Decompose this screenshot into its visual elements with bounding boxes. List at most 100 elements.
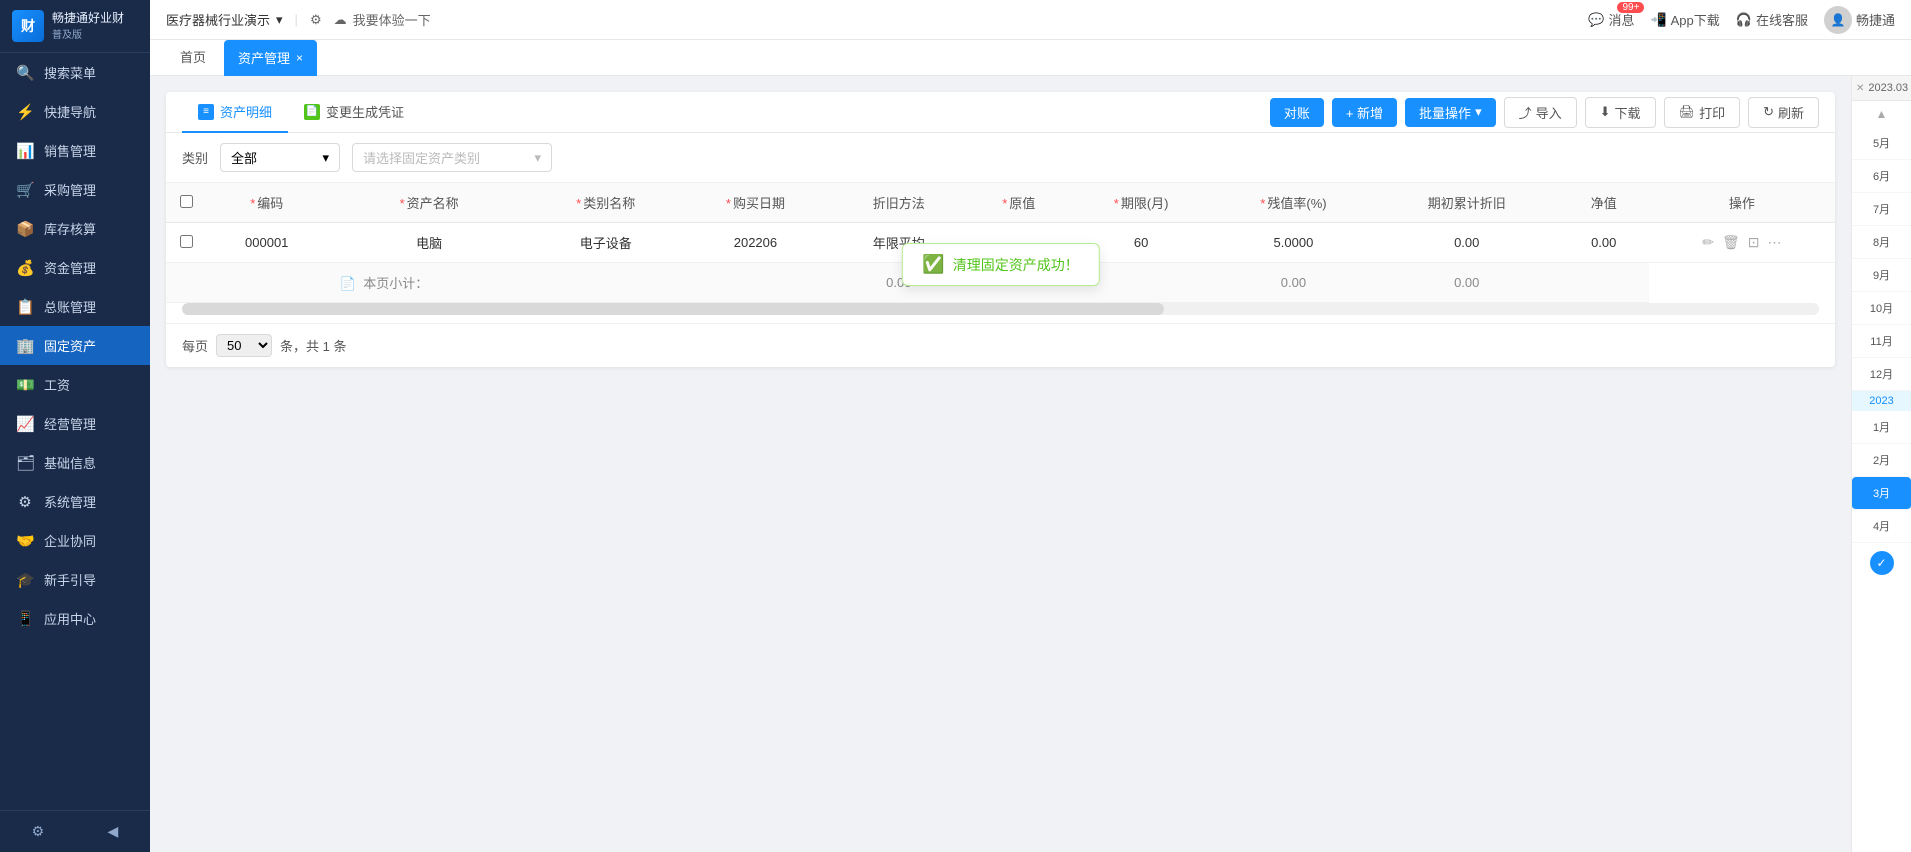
sidebar-item-app-center[interactable]: 📱 应用中心 — [0, 599, 150, 638]
sidebar-item-ledger[interactable]: 📋 总账管理 — [0, 287, 150, 326]
settings-icon-btn[interactable]: ⚙ — [310, 12, 322, 28]
batch-button[interactable]: 批量操作 ▾ — [1405, 98, 1496, 127]
topbar-separator: | — [295, 12, 298, 27]
page-size-select[interactable]: 50 100 200 — [216, 334, 272, 357]
experience-btn[interactable]: ☁ 我要体验一下 — [334, 10, 431, 29]
more-icon[interactable]: ⋯ — [1768, 234, 1782, 251]
sidebar-item-label: 库存核算 — [44, 219, 96, 238]
select-all-checkbox[interactable] — [180, 195, 193, 208]
calendar-month-1[interactable]: 1月 — [1852, 411, 1911, 444]
online-service-btn[interactable]: 🎧 在线客服 — [1736, 10, 1808, 29]
print-button[interactable]: 🖨 打印 — [1664, 97, 1741, 128]
user-name: 畅捷通 — [1856, 10, 1895, 29]
sidebar-item-label: 基础信息 — [44, 453, 96, 472]
toast-message: 清理固定资产成功！ — [953, 255, 1079, 275]
page-content: ≡ 资产明细 📄 变更生成凭证 对账 + 新增 — [150, 76, 1851, 852]
sidebar-item-label: 快捷导航 — [44, 102, 96, 121]
tab-label: 资产管理 — [238, 48, 290, 67]
logo-icon: 财 — [12, 10, 44, 42]
main-card: ≡ 资产明细 📄 变更生成凭证 对账 + 新增 — [166, 92, 1835, 367]
calendar-month-10[interactable]: 10月 — [1852, 292, 1911, 325]
subtotal-initial: 0.00 — [1212, 263, 1375, 303]
row-checkbox-cell[interactable] — [166, 223, 206, 263]
row-code: 000001 — [206, 223, 327, 263]
import-button[interactable]: ⤴ 导入 — [1504, 97, 1577, 128]
sidebar-item-basic-info[interactable]: 🗂 基础信息 — [0, 443, 150, 482]
sidebar-item-label: 工资 — [44, 375, 70, 394]
sidebar-item-fixed-assets[interactable]: 🏢 固定资产 — [0, 326, 150, 365]
select-all-header[interactable] — [166, 183, 206, 223]
calendar-month-4[interactable]: 4月 — [1852, 510, 1911, 543]
sub-tab-voucher[interactable]: 📄 变更生成凭证 — [288, 92, 420, 133]
col-category: *类别名称 — [531, 183, 681, 223]
calendar-month-11[interactable]: 11月 — [1852, 325, 1911, 358]
sidebar-item-finance[interactable]: 💰 资金管理 — [0, 248, 150, 287]
sub-tab-voucher-label: 变更生成凭证 — [326, 102, 404, 121]
sidebar-item-guide[interactable]: 🎓 新手引导 — [0, 560, 150, 599]
download-button[interactable]: ⬇ 下载 — [1585, 97, 1656, 128]
reconcile-button[interactable]: 对账 — [1270, 98, 1324, 127]
company-selector[interactable]: 医疗器械行业演示 ▾ — [166, 10, 283, 29]
finance-icon: 💰 — [16, 259, 34, 277]
refresh-button[interactable]: ↻ 刷新 — [1748, 97, 1819, 128]
calendar-month-8[interactable]: 8月 — [1852, 226, 1911, 259]
messages-btn[interactable]: 💬 消息 99+ — [1588, 10, 1634, 29]
sidebar-item-inventory[interactable]: 📦 库存核算 — [0, 209, 150, 248]
sub-tab-detail-label: 资产明细 — [220, 102, 272, 121]
calendar-confirm-btn[interactable]: ✓ — [1870, 551, 1894, 575]
row-initial-acc: 0.00 — [1375, 223, 1559, 263]
settings-bottom-btn[interactable]: ⚙ — [24, 819, 53, 844]
sidebar-item-search[interactable]: 🔍 搜索菜单 — [0, 53, 150, 92]
sidebar-item-purchase[interactable]: 🛒 采购管理 — [0, 170, 150, 209]
select-arrow-icon2: ▾ — [534, 150, 541, 166]
category-type-select[interactable]: 全部 ▾ — [220, 143, 340, 172]
calendar-month-3-active[interactable]: 3月 — [1852, 477, 1911, 510]
calendar-month-9[interactable]: 9月 — [1852, 259, 1911, 292]
import-icon: ⤴ — [1519, 103, 1532, 122]
table-footer: 每页 50 100 200 条，共 1 条 — [166, 323, 1835, 367]
edit-icon[interactable]: ✏ — [1702, 234, 1714, 251]
quick-nav-icon: ⚡ — [16, 103, 34, 121]
app-download-btn[interactable]: 📲 App下载 — [1650, 10, 1719, 29]
toolbar-actions: 对账 + 新增 批量操作 ▾ ⤴ 导入 — [1270, 97, 1819, 128]
payroll-icon: 💵 — [16, 376, 34, 394]
user-menu[interactable]: 👤 畅捷通 — [1824, 6, 1895, 34]
sidebar-item-label: 系统管理 — [44, 492, 96, 511]
avatar: 👤 — [1824, 6, 1852, 34]
select-arrow-icon: ▾ — [322, 150, 329, 166]
sub-tabs-left: ≡ 资产明细 📄 变更生成凭证 — [182, 92, 420, 132]
calendar-close-icon[interactable]: ✕ — [1856, 83, 1864, 94]
sidebar-item-label: 采购管理 — [44, 180, 96, 199]
sub-tab-detail[interactable]: ≡ 资产明细 — [182, 92, 288, 133]
calendar-month-5[interactable]: 5月 — [1852, 127, 1911, 160]
copy-icon[interactable]: ⊡ — [1748, 234, 1760, 251]
calendar-month-2[interactable]: 2月 — [1852, 444, 1911, 477]
calendar-month-7[interactable]: 7月 — [1852, 193, 1911, 226]
collapse-bottom-btn[interactable]: ◀ — [100, 819, 127, 844]
sidebar: 财 畅捷通好业财 普及版 🔍 搜索菜单 ⚡ 快捷导航 📊 销售管理 🛒 采购管理… — [0, 0, 150, 852]
calendar-month-6[interactable]: 6月 — [1852, 160, 1911, 193]
col-initial-acc: 期初累计折旧 — [1375, 183, 1559, 223]
horizontal-scrollbar[interactable] — [182, 303, 1819, 315]
new-button[interactable]: + 新增 — [1332, 98, 1397, 127]
experience-icon: ☁ — [334, 12, 347, 28]
sidebar-item-quick-nav[interactable]: ⚡ 快捷导航 — [0, 92, 150, 131]
company-dropdown-icon: ▾ — [276, 12, 283, 28]
per-page-label: 每页 — [182, 336, 208, 355]
sidebar-item-payroll[interactable]: 💵 工资 — [0, 365, 150, 404]
sidebar-item-sales[interactable]: 📊 销售管理 — [0, 131, 150, 170]
row-name: 电脑 — [327, 223, 530, 263]
delete-icon[interactable]: 🗑 — [1722, 234, 1740, 251]
tab-home[interactable]: 首页 — [166, 40, 220, 76]
sidebar-item-ops[interactable]: 📈 经营管理 — [0, 404, 150, 443]
calendar-month-12[interactable]: 12月 — [1852, 358, 1911, 391]
col-net-value: 净值 — [1559, 183, 1649, 223]
sidebar-item-system[interactable]: ⚙ 系统管理 — [0, 482, 150, 521]
tab-asset-management[interactable]: 资产管理 × — [224, 40, 317, 76]
calendar-nav-up[interactable]: ▲ — [1872, 101, 1892, 127]
tab-close-btn[interactable]: × — [296, 51, 303, 65]
row-checkbox[interactable] — [180, 235, 193, 248]
sidebar-item-enterprise[interactable]: 🤝 企业协同 — [0, 521, 150, 560]
category-detail-select[interactable]: 请选择固定资产类别 ▾ — [352, 143, 552, 172]
ledger-icon: 📋 — [16, 298, 34, 316]
